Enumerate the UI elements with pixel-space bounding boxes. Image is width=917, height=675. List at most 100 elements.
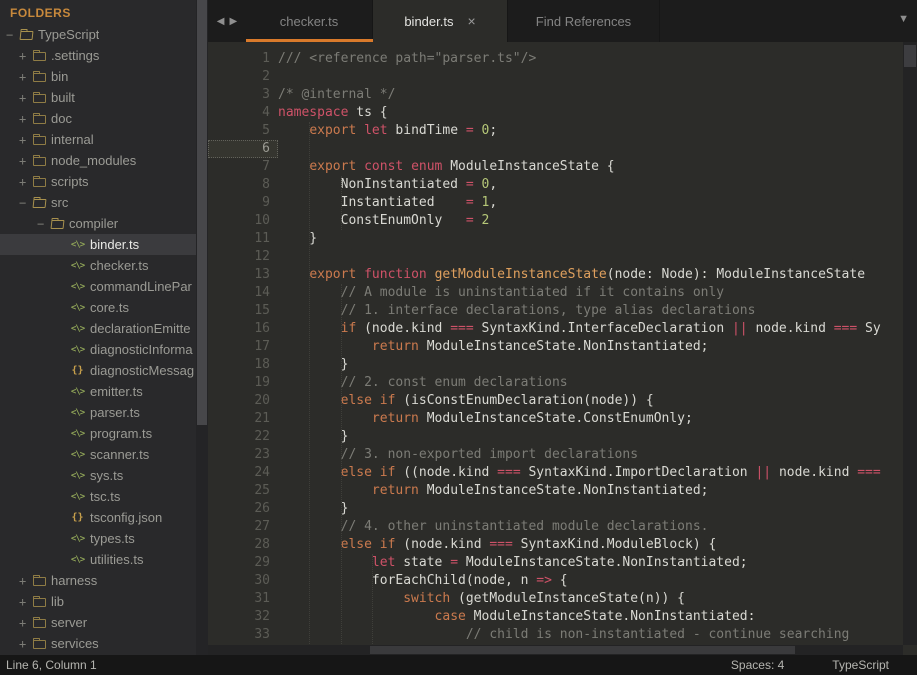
tab-binder-ts[interactable]: binder.ts× bbox=[373, 0, 508, 42]
tab-find-references[interactable]: Find References bbox=[508, 0, 660, 42]
sidebar-item-scripts[interactable]: +scripts bbox=[0, 171, 196, 192]
sidebar-scrollbar-thumb[interactable] bbox=[197, 0, 207, 425]
indentation-status[interactable]: Spaces: 4 bbox=[731, 658, 784, 672]
sidebar-item-bin[interactable]: +bin bbox=[0, 66, 196, 87]
folder-icon bbox=[33, 598, 46, 607]
expand-icon[interactable]: + bbox=[19, 133, 33, 147]
code-token: /* @internal */ bbox=[278, 87, 395, 102]
code-line: 10 ConstEnumOnly = 2 bbox=[208, 212, 903, 230]
sidebar-item-utilities-ts[interactable]: <\>utilities.ts bbox=[0, 549, 196, 570]
sidebar-item-label: scanner.ts bbox=[90, 447, 149, 462]
code-editor[interactable]: 1/// <reference path="parser.ts"/>23/* @… bbox=[208, 42, 903, 645]
sidebar-item-parser-ts[interactable]: <\>parser.ts bbox=[0, 402, 196, 423]
close-icon[interactable]: × bbox=[467, 14, 475, 28]
code-token: ModuleInstanceState.NonInstantiated; bbox=[419, 483, 709, 498]
code-line: 3/* @internal */ bbox=[208, 86, 903, 104]
expand-icon[interactable]: + bbox=[19, 91, 33, 105]
sidebar-item-compiler[interactable]: −compiler bbox=[0, 213, 196, 234]
sidebar-item-sys-ts[interactable]: <\>sys.ts bbox=[0, 465, 196, 486]
line-number: 4 bbox=[208, 104, 278, 122]
code-token bbox=[372, 465, 380, 480]
editor-vertical-scrollbar[interactable] bbox=[903, 42, 917, 645]
code-token: return bbox=[372, 411, 419, 426]
code-token: , bbox=[489, 195, 497, 210]
vertical-scrollbar-thumb[interactable] bbox=[904, 45, 916, 67]
collapse-icon[interactable]: − bbox=[6, 28, 20, 42]
sidebar-item-scanner-ts[interactable]: <\>scanner.ts bbox=[0, 444, 196, 465]
line-number: 24 bbox=[208, 464, 278, 482]
code-token: === bbox=[497, 465, 520, 480]
folder-open-icon bbox=[33, 199, 47, 208]
collapse-icon[interactable]: − bbox=[19, 196, 33, 210]
sidebar-item-diagnosticinforma[interactable]: <\>diagnosticInforma bbox=[0, 339, 196, 360]
ts-file-icon: <\> bbox=[70, 240, 85, 250]
code-token bbox=[474, 123, 482, 138]
collapse-icon[interactable]: − bbox=[37, 217, 51, 231]
expand-icon[interactable]: + bbox=[19, 574, 33, 588]
sidebar-item-typescript[interactable]: −TypeScript bbox=[0, 24, 196, 45]
sidebar-item-lib[interactable]: +lib bbox=[0, 591, 196, 612]
sidebar-item-node-modules[interactable]: + node_modules bbox=[0, 150, 196, 171]
sidebar-item-tsconfig-json[interactable]: {}tsconfig.json bbox=[0, 507, 196, 528]
code-token: else bbox=[341, 465, 372, 480]
code-token bbox=[474, 213, 482, 228]
code-token: export bbox=[309, 123, 356, 138]
sidebar-item-services[interactable]: +services bbox=[0, 633, 196, 654]
expand-icon[interactable]: + bbox=[19, 49, 33, 63]
editor-horizontal-scrollbar[interactable] bbox=[208, 645, 903, 655]
code-token: else bbox=[341, 393, 372, 408]
code-token: === bbox=[450, 321, 473, 336]
sidebar-item-types-ts[interactable]: <\>types.ts bbox=[0, 528, 196, 549]
sidebar-scrollbar[interactable] bbox=[196, 0, 208, 655]
sidebar-item-emitter-ts[interactable]: <\>emitter.ts bbox=[0, 381, 196, 402]
sidebar-item-settings[interactable]: +.settings bbox=[0, 45, 196, 66]
sidebar-item-internal[interactable]: +internal bbox=[0, 129, 196, 150]
sidebar-item-checker-ts[interactable]: <\>checker.ts bbox=[0, 255, 196, 276]
expand-icon[interactable]: + bbox=[19, 637, 33, 651]
line-number: 11 bbox=[208, 230, 278, 248]
line-number: 28 bbox=[208, 536, 278, 554]
forward-arrow-icon[interactable]: ▶ bbox=[230, 16, 238, 27]
expand-icon[interactable]: + bbox=[19, 112, 33, 126]
sidebar-item-harness[interactable]: +harness bbox=[0, 570, 196, 591]
expand-icon[interactable]: + bbox=[19, 70, 33, 84]
code-token bbox=[372, 393, 380, 408]
sidebar-item-commandlinepar[interactable]: <\>commandLinePar bbox=[0, 276, 196, 297]
expand-icon[interactable]: + bbox=[19, 175, 33, 189]
syntax-status[interactable]: TypeScript bbox=[832, 658, 889, 672]
code-line: 11 } bbox=[208, 230, 903, 248]
sidebar-item-built[interactable]: +built bbox=[0, 87, 196, 108]
line-number: 14 bbox=[208, 284, 278, 302]
code-token: (getModuleInstanceState(n)) { bbox=[450, 591, 685, 606]
sidebar-item-doc[interactable]: +doc bbox=[0, 108, 196, 129]
sidebar-item-tsc-ts[interactable]: <\>tsc.ts bbox=[0, 486, 196, 507]
expand-icon[interactable]: + bbox=[19, 154, 33, 168]
tab-label: Find References bbox=[536, 14, 631, 29]
folder-tree: −TypeScript+.settings+bin+built+doc+inte… bbox=[0, 24, 196, 654]
sidebar-item-binder-ts[interactable]: <\>binder.ts bbox=[0, 234, 196, 255]
tab-checker-ts[interactable]: checker.ts bbox=[246, 0, 373, 42]
code-token bbox=[278, 483, 372, 498]
expand-icon[interactable]: + bbox=[19, 616, 33, 630]
line-number: 16 bbox=[208, 320, 278, 338]
back-arrow-icon[interactable]: ◀ bbox=[217, 16, 225, 27]
line-number: 26 bbox=[208, 500, 278, 518]
code-token bbox=[278, 159, 309, 174]
code-token: // 2. const enum declarations bbox=[341, 375, 568, 390]
sidebar-item-core-ts[interactable]: <\>core.ts bbox=[0, 297, 196, 318]
sidebar-item-program-ts[interactable]: <\>program.ts bbox=[0, 423, 196, 444]
code-token bbox=[278, 609, 435, 624]
code-token: ; bbox=[489, 123, 497, 138]
sidebar-item-label: node_modules bbox=[51, 153, 136, 168]
sidebar-item-server[interactable]: +server bbox=[0, 612, 196, 633]
code-token: = bbox=[466, 195, 474, 210]
tab-overflow-icon[interactable]: ▼ bbox=[898, 13, 909, 25]
code-line: 31 switch (getModuleInstanceState(n)) { bbox=[208, 590, 903, 608]
code-token bbox=[278, 465, 341, 480]
expand-icon[interactable]: + bbox=[19, 595, 33, 609]
sidebar-item-diagnosticmessag[interactable]: {}diagnosticMessag bbox=[0, 360, 196, 381]
sidebar: FOLDERS −TypeScript+.settings+bin+built+… bbox=[0, 0, 196, 655]
sidebar-item-declarationemitte[interactable]: <\>declarationEmitte bbox=[0, 318, 196, 339]
horizontal-scrollbar-thumb[interactable] bbox=[370, 646, 795, 654]
sidebar-item-src[interactable]: −src bbox=[0, 192, 196, 213]
